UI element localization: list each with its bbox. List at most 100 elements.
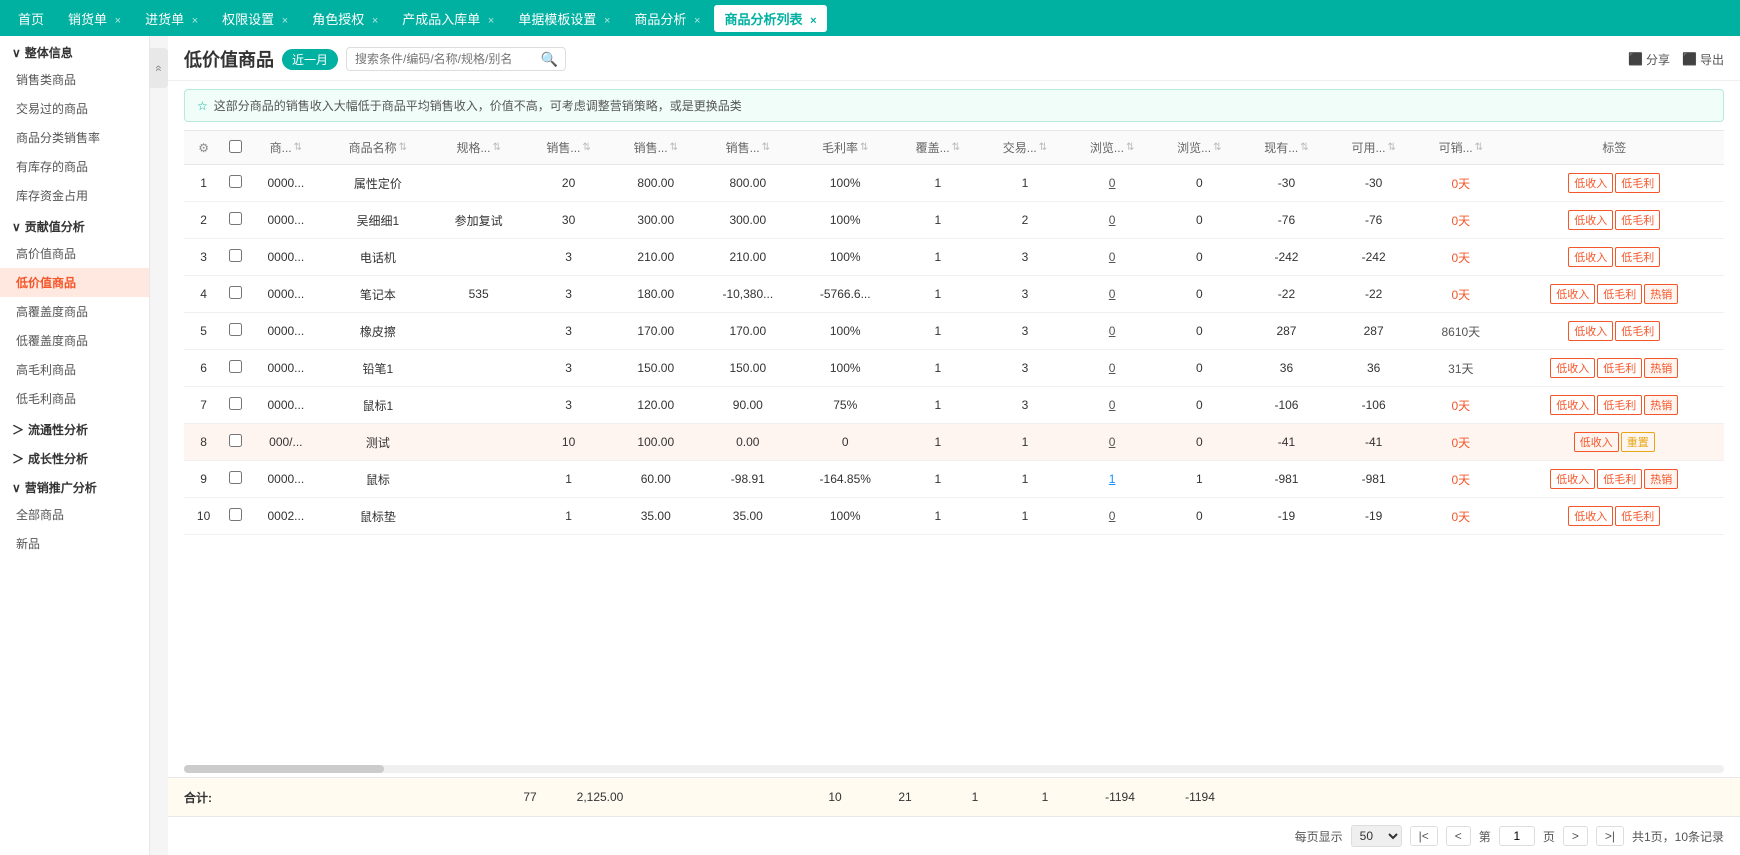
sidebar-item-category-sales[interactable]: 商品分类销售率 (0, 123, 149, 152)
sidebar-item-new-goods[interactable]: 新品 (0, 529, 149, 558)
first-page-button[interactable]: |< (1410, 826, 1438, 846)
row-view1[interactable]: 1 (1069, 461, 1156, 498)
last-page-button[interactable]: >| (1596, 826, 1624, 846)
row-check[interactable] (223, 424, 248, 461)
sidebar-item-high-value[interactable]: 高价值商品 (0, 239, 149, 268)
row-check[interactable] (223, 276, 248, 313)
close-sales-icon[interactable]: × (115, 15, 121, 27)
sidebar-item-stock-goods[interactable]: 有库存的商品 (0, 152, 149, 181)
row-check[interactable] (223, 165, 248, 202)
sidebar-group-contribution[interactable]: ∨ 贡献值分析 (0, 210, 149, 239)
settings-gear-icon[interactable]: ⚙ (198, 141, 209, 155)
view1-link[interactable]: 0 (1109, 398, 1116, 412)
row-check[interactable] (223, 498, 248, 535)
col-stock3[interactable]: 可销...⇅ (1417, 131, 1504, 165)
col-qty1[interactable]: 销售...⇅ (525, 131, 612, 165)
nav-purchase[interactable]: 进货单 × (135, 5, 208, 32)
row-view1[interactable]: 0 (1069, 202, 1156, 239)
col-name[interactable]: 商品名称⇅ (323, 131, 432, 165)
nav-permissions[interactable]: 权限设置 × (212, 5, 298, 32)
row-checkbox[interactable] (229, 286, 242, 299)
col-cover[interactable]: 覆盖...⇅ (894, 131, 981, 165)
col-setting[interactable]: ⚙ (184, 131, 223, 165)
nav-home[interactable]: 首页 (8, 5, 54, 32)
view1-link[interactable]: 0 (1109, 361, 1116, 375)
row-check[interactable] (223, 202, 248, 239)
sidebar-group-marketing[interactable]: ∨ 营销推广分析 (0, 471, 149, 500)
close-roles-icon[interactable]: × (372, 15, 378, 27)
row-check[interactable] (223, 350, 248, 387)
share-button[interactable]: ⬛ 分享 (1628, 51, 1670, 68)
prev-page-button[interactable]: < (1446, 826, 1471, 846)
col-stock1[interactable]: 现有...⇅ (1243, 131, 1330, 165)
row-view1[interactable]: 0 (1069, 498, 1156, 535)
nav-roles[interactable]: 角色授权 × (302, 5, 388, 32)
view1-link[interactable]: 0 (1109, 287, 1116, 301)
row-view1[interactable]: 0 (1069, 165, 1156, 202)
row-view1[interactable]: 0 (1069, 276, 1156, 313)
search-input[interactable] (346, 47, 566, 71)
row-checkbox[interactable] (229, 434, 242, 447)
col-code[interactable]: 商...⇅ (248, 131, 323, 165)
page-number-input[interactable] (1499, 826, 1535, 846)
col-qty2[interactable]: 销售...⇅ (612, 131, 699, 165)
view1-link[interactable]: 0 (1109, 176, 1116, 190)
sidebar-collapse-button[interactable]: « (150, 48, 168, 88)
row-view1[interactable]: 0 (1069, 350, 1156, 387)
close-template-icon[interactable]: × (604, 15, 610, 27)
sidebar-group-flow[interactable]: ＞ 流通性分析 (0, 413, 149, 442)
col-view2[interactable]: 浏览...⇅ (1156, 131, 1243, 165)
view1-link[interactable]: 1 (1109, 472, 1116, 486)
col-qty3[interactable]: 销售...⇅ (699, 131, 796, 165)
nav-template[interactable]: 单据模板设置 × (508, 5, 620, 32)
view1-link[interactable]: 0 (1109, 324, 1116, 338)
row-check[interactable] (223, 239, 248, 276)
sidebar-item-traded-goods[interactable]: 交易过的商品 (0, 94, 149, 123)
sidebar-group-overall[interactable]: ∨ 整体信息 (0, 36, 149, 65)
close-analysis-icon[interactable]: × (694, 15, 700, 27)
row-check[interactable] (223, 461, 248, 498)
view1-link[interactable]: 0 (1109, 213, 1116, 227)
close-permissions-icon[interactable]: × (282, 15, 288, 27)
row-check[interactable] (223, 313, 248, 350)
col-stock2[interactable]: 可用...⇅ (1330, 131, 1417, 165)
export-button[interactable]: ⬛ 导出 (1682, 51, 1724, 68)
view1-link[interactable]: 0 (1109, 509, 1116, 523)
row-check[interactable] (223, 387, 248, 424)
row-checkbox[interactable] (229, 360, 242, 373)
row-checkbox[interactable] (229, 508, 242, 521)
row-checkbox[interactable] (229, 212, 242, 225)
nav-production[interactable]: 产成品入库单 × (392, 5, 504, 32)
sidebar-group-growth[interactable]: ＞ 成长性分析 (0, 442, 149, 471)
row-view1[interactable]: 0 (1069, 313, 1156, 350)
view1-link[interactable]: 0 (1109, 435, 1116, 449)
sidebar-item-low-coverage[interactable]: 低覆盖度商品 (0, 326, 149, 355)
row-view1[interactable]: 0 (1069, 239, 1156, 276)
col-trade[interactable]: 交易...⇅ (981, 131, 1068, 165)
nav-analysis-list[interactable]: 商品分析列表 × (714, 5, 826, 32)
horizontal-scrollbar[interactable] (184, 765, 1724, 773)
nav-sales[interactable]: 销货单 × (58, 5, 131, 32)
select-all-checkbox[interactable] (229, 140, 242, 153)
row-view1[interactable]: 0 (1069, 424, 1156, 461)
row-checkbox[interactable] (229, 471, 242, 484)
close-analysis-list-icon[interactable]: × (810, 15, 816, 27)
row-view1[interactable]: 0 (1069, 387, 1156, 424)
sidebar-item-high-margin[interactable]: 高毛利商品 (0, 355, 149, 384)
scrollbar-thumb[interactable] (184, 765, 384, 773)
col-view1[interactable]: 浏览...⇅ (1069, 131, 1156, 165)
next-page-button[interactable]: > (1563, 826, 1588, 846)
time-badge[interactable]: 近一月 (282, 49, 338, 70)
sidebar-item-stock-funds[interactable]: 库存资金占用 (0, 181, 149, 210)
sidebar-item-all-goods[interactable]: 全部商品 (0, 500, 149, 529)
view1-link[interactable]: 0 (1109, 250, 1116, 264)
close-production-icon[interactable]: × (488, 15, 494, 27)
sidebar-item-sales-goods[interactable]: 销售类商品 (0, 65, 149, 94)
row-checkbox[interactable] (229, 323, 242, 336)
page-size-select[interactable]: 50 100 200 (1351, 825, 1402, 847)
sidebar-item-high-coverage[interactable]: 高覆盖度商品 (0, 297, 149, 326)
close-purchase-icon[interactable]: × (192, 15, 198, 27)
row-checkbox[interactable] (229, 397, 242, 410)
row-checkbox[interactable] (229, 249, 242, 262)
col-gross[interactable]: 毛利率⇅ (796, 131, 894, 165)
